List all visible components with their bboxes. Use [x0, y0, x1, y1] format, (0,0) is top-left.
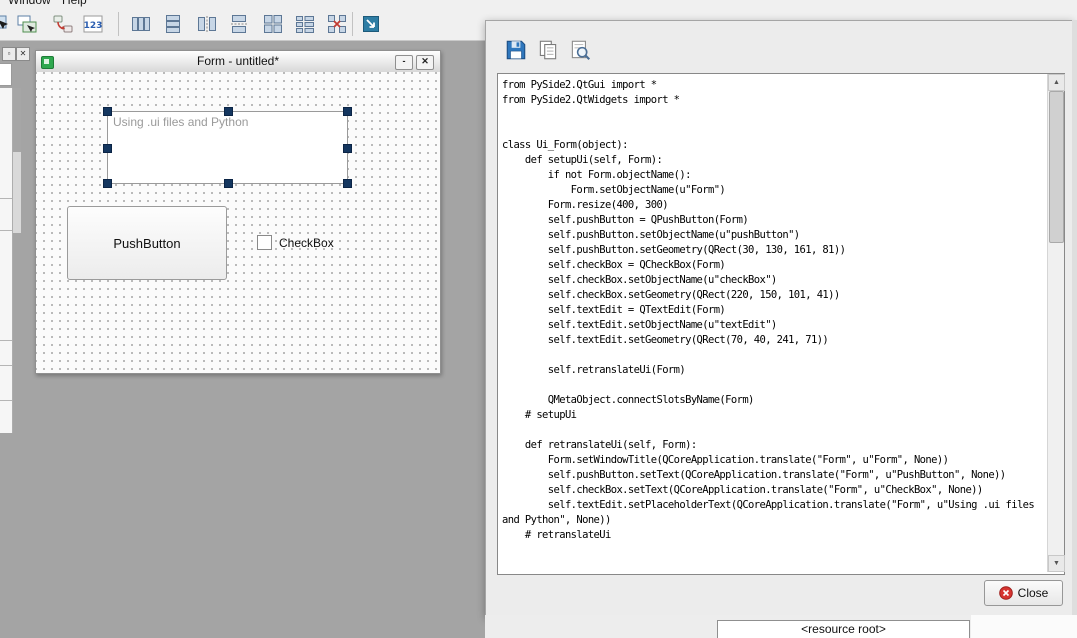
edit-signals-slots-icon[interactable] — [52, 13, 74, 35]
screen-edge — [1072, 20, 1077, 615]
menu-help[interactable]: Help — [62, 0, 87, 7]
selection-handle[interactable] — [224, 179, 233, 188]
checkbox-widget[interactable]: CheckBox — [257, 235, 334, 250]
selection-handle[interactable] — [343, 107, 352, 116]
layout-vertical-icon[interactable] — [162, 13, 184, 35]
layout-splitter-vertical-icon[interactable] — [228, 13, 250, 35]
close-button-label: Close — [1018, 586, 1049, 600]
toolbar-separator — [118, 12, 119, 36]
selection-handle[interactable] — [224, 107, 233, 116]
panel-divider — [0, 365, 12, 366]
panel-divider — [0, 340, 12, 341]
close-circle-icon — [999, 586, 1013, 600]
layout-form-icon[interactable] — [294, 13, 316, 35]
code-view[interactable]: from PySide2.QtGui import * from PySide2… — [497, 73, 1065, 575]
panel-divider — [0, 400, 12, 401]
edit-widgets-partial-icon[interactable] — [0, 13, 11, 35]
minimize-button[interactable]: - — [395, 55, 413, 70]
save-icon[interactable] — [504, 38, 528, 62]
dialog-close-button[interactable]: Close — [984, 580, 1063, 606]
layout-splitter-horizontal-icon[interactable] — [196, 13, 218, 35]
svg-text:123: 123 — [84, 21, 103, 31]
menubar: Window Help — [0, 0, 1077, 8]
selection-handle[interactable] — [343, 179, 352, 188]
dock-close-button[interactable]: ✕ — [16, 47, 30, 61]
scroll-up-icon[interactable]: ▲ — [1048, 74, 1065, 91]
dock-float-button[interactable]: ▫ — [2, 47, 16, 61]
edit-widgets-icon[interactable] — [16, 13, 38, 35]
checkbox-label: CheckBox — [279, 236, 334, 250]
panel-divider — [0, 230, 12, 231]
selection-handle[interactable] — [103, 107, 112, 116]
form-title: Form - untitled* — [36, 54, 440, 68]
selection-handle[interactable] — [103, 179, 112, 188]
break-layout-icon[interactable] — [326, 13, 348, 35]
toolbar-separator — [352, 12, 353, 36]
find-icon[interactable] — [568, 38, 592, 62]
widgetbox-panel-fragment — [0, 88, 13, 433]
form-editor-window: Form - untitled* - ✕ Using .ui files and… — [35, 50, 441, 374]
widgetbox-filter-fragment[interactable] — [0, 63, 12, 86]
code-scrollbar[interactable]: ▲ ▼ — [1047, 74, 1064, 572]
form-canvas[interactable]: Using .ui files and Python PushButton Ch… — [36, 72, 440, 373]
layout-horizontal-icon[interactable] — [130, 13, 152, 35]
selection-handle[interactable] — [343, 144, 352, 153]
resource-root-header[interactable]: <resource root> — [717, 620, 970, 638]
textedit-widget[interactable]: Using .ui files and Python — [107, 111, 348, 184]
adjust-size-icon[interactable] — [360, 13, 382, 35]
code-preview-dialog: from PySide2.QtGui import * from PySide2… — [485, 20, 1073, 617]
selection-handle[interactable] — [103, 144, 112, 153]
textedit-placeholder: Using .ui files and Python — [113, 115, 248, 129]
menu-window[interactable]: Window — [8, 0, 51, 7]
qt-designer-screen: Window Help 123 — [0, 0, 1077, 638]
edit-tab-order-icon[interactable]: 123 — [82, 13, 104, 35]
panel-scrollbar-thumb[interactable] — [13, 88, 21, 152]
code-scrollbar-thumb[interactable] — [1049, 91, 1064, 243]
copy-icon[interactable] — [536, 38, 560, 62]
code-text: from PySide2.QtGui import * from PySide2… — [498, 74, 1046, 572]
resource-browser-background — [971, 615, 1077, 638]
panel-scrollbar[interactable] — [13, 88, 21, 233]
layout-grid-icon[interactable] — [262, 13, 284, 35]
resource-browser-fragment: <resource root> — [485, 615, 1077, 638]
close-button[interactable]: ✕ — [416, 55, 434, 70]
scroll-down-icon[interactable]: ▼ — [1048, 555, 1065, 572]
pushbutton-widget[interactable]: PushButton — [67, 206, 227, 280]
checkbox-indicator[interactable] — [257, 235, 272, 250]
form-titlebar[interactable]: Form - untitled* - ✕ — [36, 51, 440, 73]
panel-divider — [0, 198, 12, 199]
